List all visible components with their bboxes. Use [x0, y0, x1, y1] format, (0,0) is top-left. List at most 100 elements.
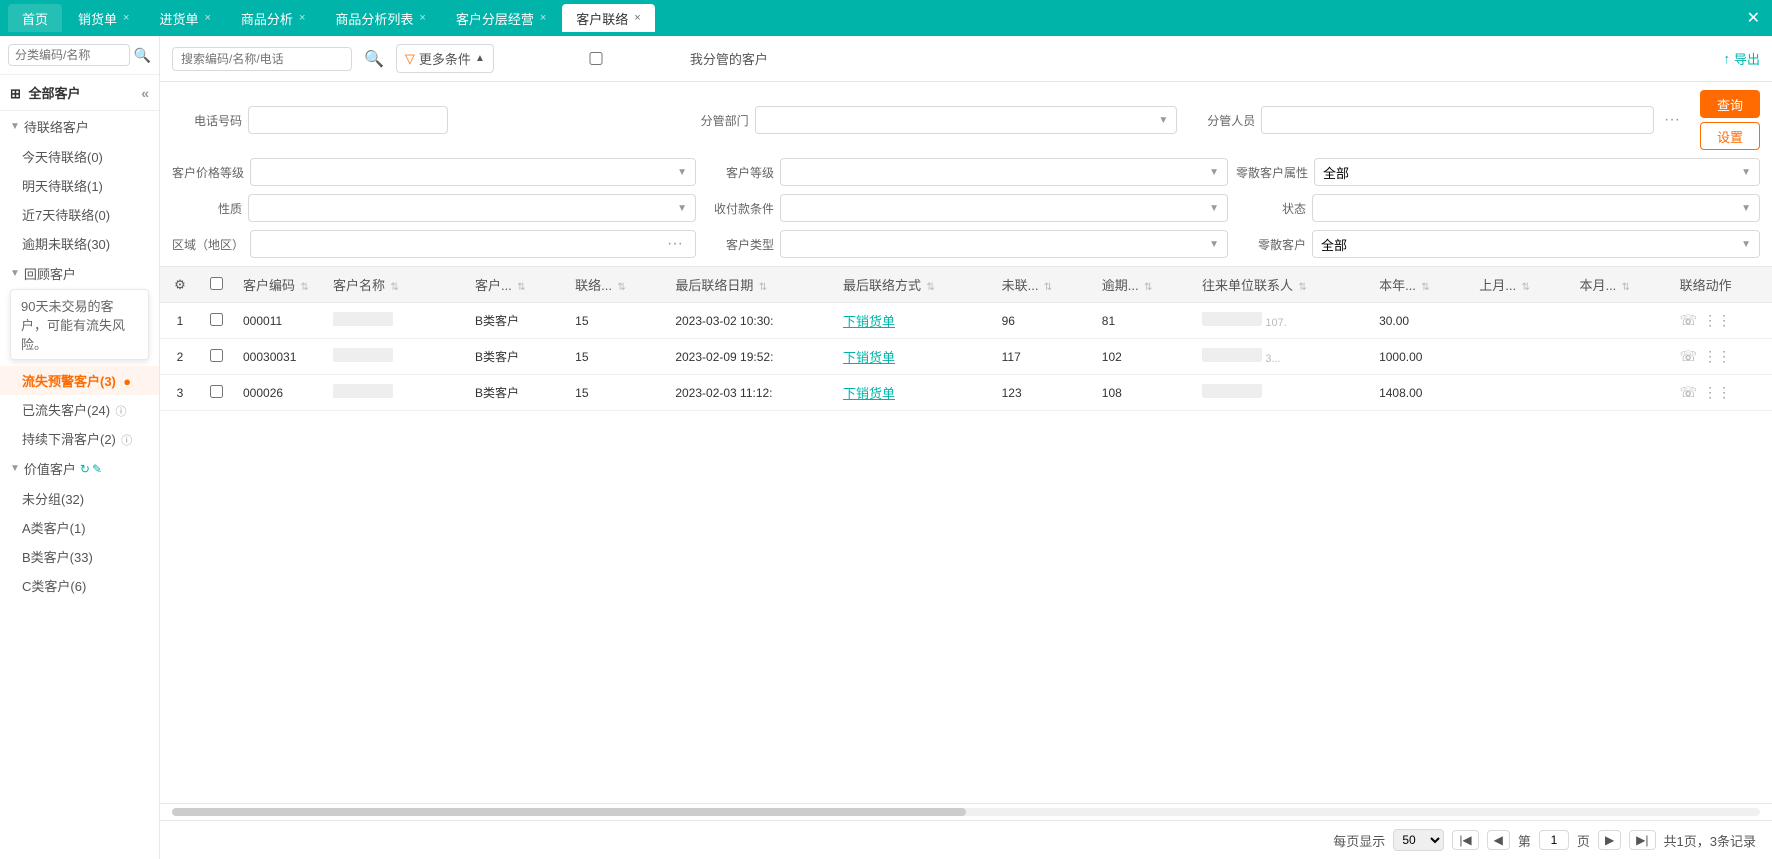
- sort-method-icon[interactable]: ⇅: [926, 282, 934, 293]
- row-check-3[interactable]: [200, 375, 233, 411]
- sidebar-search-icon[interactable]: 🔍: [134, 47, 151, 64]
- page-number-input[interactable]: 1: [1539, 830, 1569, 850]
- region-select[interactable]: ···: [250, 230, 696, 258]
- action-more-icon-3[interactable]: ⋮⋮: [1703, 384, 1731, 401]
- tab-customer-contact-close[interactable]: ×: [634, 12, 640, 24]
- sidebar-item-class-a[interactable]: A类客户(1): [0, 513, 159, 542]
- th-this-year[interactable]: 本年... ⇅: [1369, 267, 1469, 303]
- sidebar-item-today[interactable]: 今天待联络(0): [0, 142, 159, 171]
- sidebar-item-tomorrow[interactable]: 明天待联络(1): [0, 171, 159, 200]
- horizontal-scroll-track[interactable]: [172, 808, 1760, 816]
- dept-select[interactable]: ▼: [755, 106, 1178, 134]
- row-checkbox-3[interactable]: [210, 385, 223, 398]
- row-checkbox-1[interactable]: [210, 313, 223, 326]
- th-settings[interactable]: ⚙: [160, 267, 200, 303]
- sort-tmonth-icon[interactable]: ⇅: [1622, 282, 1630, 293]
- window-close-button[interactable]: ✕: [1747, 8, 1760, 28]
- sort-year-icon[interactable]: ⇅: [1421, 282, 1429, 293]
- row-check-2[interactable]: [200, 339, 233, 375]
- prev-page-button[interactable]: ◀: [1487, 830, 1510, 850]
- th-contact[interactable]: 联络... ⇅: [565, 267, 665, 303]
- row-method-3[interactable]: 下销货单: [833, 375, 992, 411]
- horizontal-scroll-thumb[interactable]: [172, 808, 966, 816]
- row-checkbox-2[interactable]: [210, 349, 223, 362]
- zero-attr-select[interactable]: 全部 ▼: [1314, 158, 1760, 186]
- sort-contact-icon[interactable]: ⇅: [617, 282, 625, 293]
- th-uncontacted[interactable]: 未联... ⇅: [992, 267, 1092, 303]
- person-more-icon[interactable]: ···: [1660, 111, 1684, 129]
- my-customers-checkbox[interactable]: [506, 52, 686, 65]
- tab-analysis-list-close[interactable]: ×: [419, 12, 425, 24]
- row-check-1[interactable]: [200, 303, 233, 339]
- person-select[interactable]: [1261, 106, 1654, 134]
- sort-unit-icon[interactable]: ⇅: [1298, 282, 1306, 293]
- sort-code-icon[interactable]: ⇅: [300, 282, 308, 293]
- sidebar-item-declining[interactable]: 持续下滑客户(2) ⓘ: [0, 424, 159, 453]
- first-page-button[interactable]: |◀: [1452, 830, 1478, 850]
- action-phone-icon-2[interactable]: ☏: [1680, 348, 1698, 365]
- sidebar-item-overdue[interactable]: 逾期未联络(30): [0, 229, 159, 258]
- next-page-button[interactable]: ▶: [1598, 830, 1621, 850]
- tab-analysis-close[interactable]: ×: [299, 12, 305, 24]
- row-method-1[interactable]: 下销货单: [833, 303, 992, 339]
- declining-info-icon[interactable]: ⓘ: [121, 435, 132, 447]
- lost-info-icon[interactable]: ⓘ: [115, 406, 126, 418]
- status-select[interactable]: ▼: [1312, 194, 1760, 222]
- sort-date-icon[interactable]: ⇅: [759, 282, 767, 293]
- tab-sales[interactable]: 销货单 ×: [64, 4, 143, 32]
- tab-customer-tier[interactable]: 客户分层经营 ×: [442, 4, 560, 32]
- tab-analysis-list[interactable]: 商品分析列表 ×: [321, 4, 439, 32]
- action-phone-icon-1[interactable]: ☏: [1680, 312, 1698, 329]
- nature-select[interactable]: ▼: [248, 194, 696, 222]
- sort-name-icon[interactable]: ⇅: [390, 282, 398, 293]
- search-input[interactable]: [172, 47, 352, 71]
- my-customers-checkbox-area[interactable]: 我分管的客户: [506, 49, 768, 68]
- sort-uncontacted-icon[interactable]: ⇅: [1044, 282, 1052, 293]
- tab-analysis[interactable]: 商品分析 ×: [227, 4, 319, 32]
- customer-level-select[interactable]: ▼: [780, 158, 1228, 186]
- row-method-link-2[interactable]: 下销货单: [843, 350, 895, 365]
- query-button[interactable]: 查询: [1700, 90, 1760, 118]
- th-last-month[interactable]: 上月... ⇅: [1469, 267, 1569, 303]
- tab-customer-tier-close[interactable]: ×: [540, 12, 546, 24]
- row-method-link-1[interactable]: 下销货单: [843, 314, 895, 329]
- th-overdue[interactable]: 逾期... ⇅: [1092, 267, 1192, 303]
- sidebar-group-value-customers[interactable]: ▼ 价值客户 ↻ ✎: [0, 453, 159, 484]
- th-last-date[interactable]: 最后联络日期 ⇅: [665, 267, 833, 303]
- action-phone-icon-3[interactable]: ☏: [1680, 384, 1698, 401]
- payment-select[interactable]: ▼: [780, 194, 1228, 222]
- sidebar-item-at-risk[interactable]: 流失预警客户(3) ●: [0, 366, 159, 395]
- setting-button[interactable]: 设置: [1700, 122, 1760, 150]
- last-page-button[interactable]: ▶|: [1629, 830, 1655, 850]
- row-method-link-3[interactable]: 下销货单: [843, 386, 895, 401]
- sidebar-group-pending-contact[interactable]: ▼ 待联络客户: [0, 111, 159, 142]
- tab-sales-close[interactable]: ×: [123, 12, 129, 24]
- sidebar-search-input[interactable]: [8, 44, 130, 66]
- th-code[interactable]: 客户编码 ⇅: [233, 267, 323, 303]
- customer-type-select[interactable]: ▼: [780, 230, 1228, 258]
- th-unit-contact[interactable]: 往来单位联系人 ⇅: [1192, 267, 1369, 303]
- phone-input[interactable]: [248, 106, 448, 134]
- sidebar-collapse-icon[interactable]: «: [141, 85, 149, 101]
- sort-overdue-icon[interactable]: ⇅: [1144, 282, 1152, 293]
- tab-customer-contact[interactable]: 客户联络 ×: [562, 4, 654, 32]
- search-button[interactable]: 🔍: [364, 49, 384, 69]
- per-page-select[interactable]: 50 100: [1393, 829, 1444, 851]
- sidebar-item-unclassified[interactable]: 未分组(32): [0, 484, 159, 513]
- value-edit-icon[interactable]: ✎: [92, 462, 102, 476]
- th-name[interactable]: 客户名称 ⇅: [323, 267, 465, 303]
- th-last-method[interactable]: 最后联络方式 ⇅: [833, 267, 992, 303]
- export-button[interactable]: ↑ 导出: [1723, 49, 1760, 68]
- th-type[interactable]: 客户... ⇅: [465, 267, 565, 303]
- sidebar-all-customers[interactable]: ⊞ 全部客户 «: [0, 75, 159, 111]
- tab-home[interactable]: 首页: [8, 4, 62, 32]
- th-check[interactable]: [200, 267, 233, 303]
- settings-icon[interactable]: ⚙: [174, 277, 186, 292]
- zero-customer-select[interactable]: 全部 ▼: [1312, 230, 1760, 258]
- price-level-select[interactable]: ▼: [250, 158, 696, 186]
- action-more-icon-2[interactable]: ⋮⋮: [1703, 348, 1731, 365]
- sidebar-item-7days[interactable]: 近7天待联络(0): [0, 200, 159, 229]
- more-conditions-button[interactable]: ▽ 更多条件 ▲: [396, 44, 494, 73]
- th-this-month[interactable]: 本月... ⇅: [1569, 267, 1669, 303]
- row-method-2[interactable]: 下销货单: [833, 339, 992, 375]
